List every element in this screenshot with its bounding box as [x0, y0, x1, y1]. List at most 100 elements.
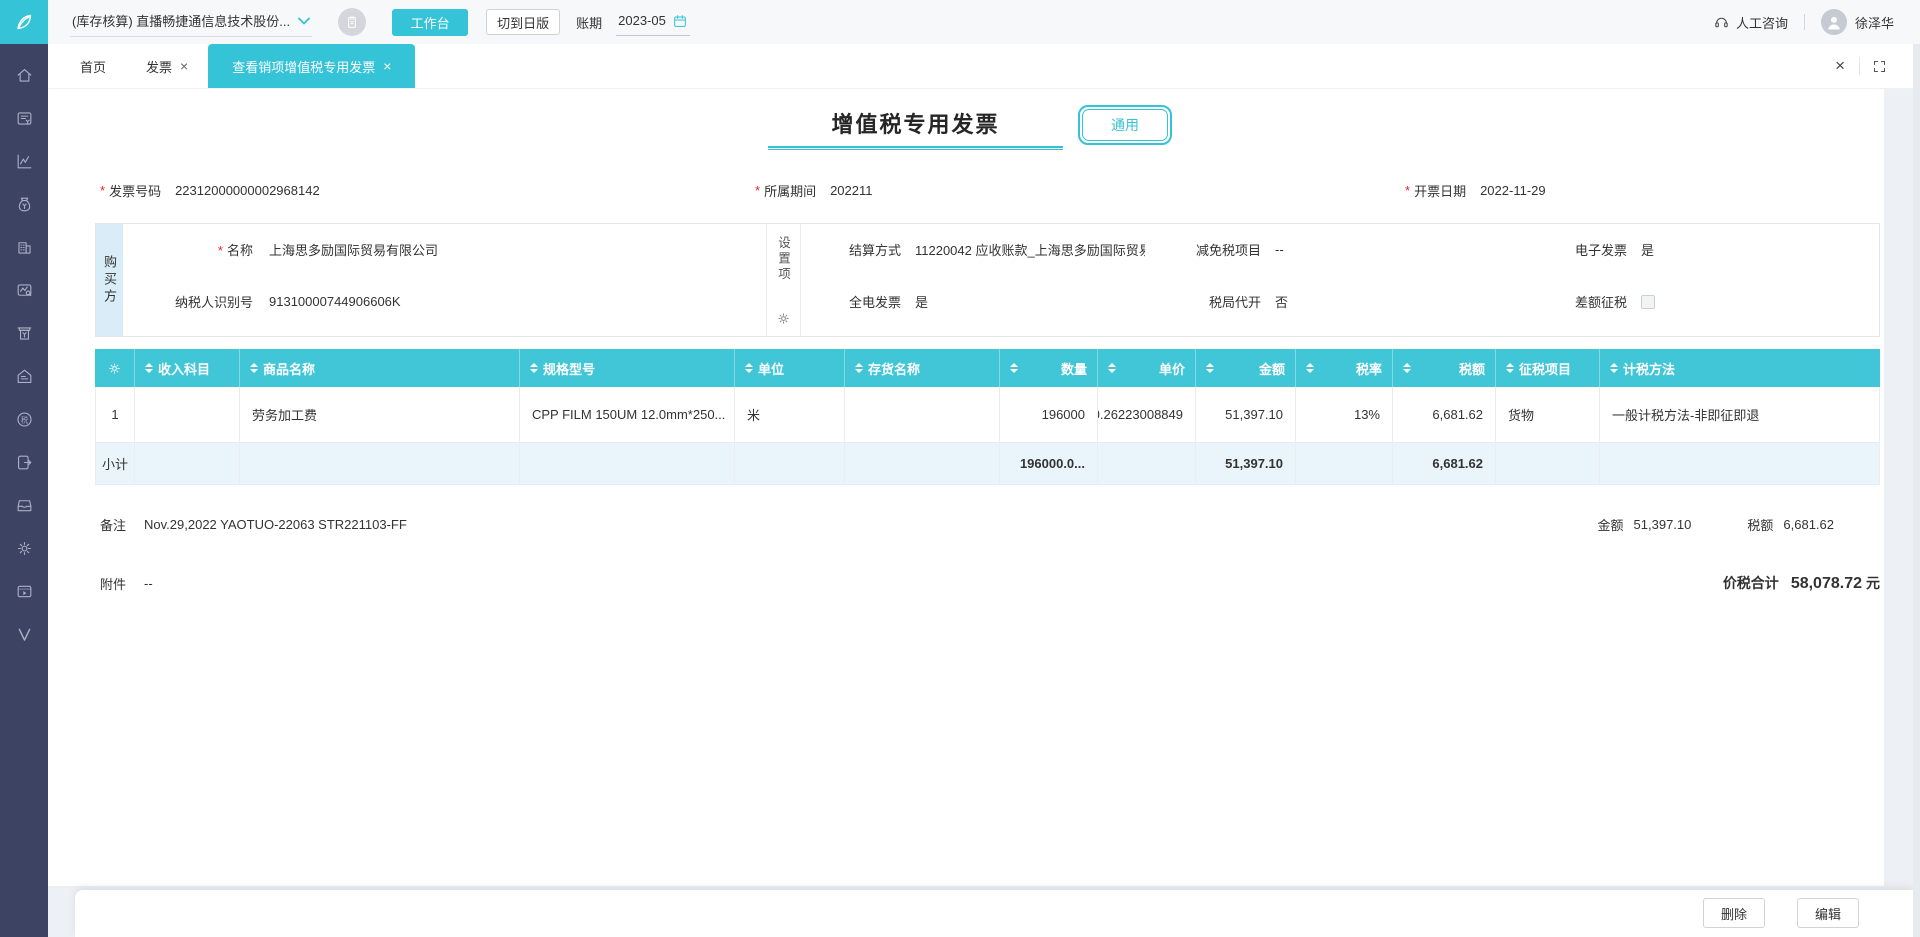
sidebar-item-invoice[interactable] [0, 97, 48, 140]
sidebar-item-v-logo[interactable] [0, 613, 48, 656]
header-tax-method[interactable]: 计税方法 [1600, 349, 1880, 387]
header-amount[interactable]: 金额 [1196, 349, 1296, 387]
sidebar-item-report[interactable] [0, 140, 48, 183]
cell-tax-method: 一般计税方法-非即征即退 [1600, 387, 1880, 442]
workbench-button[interactable]: 工作台 [392, 8, 469, 36]
tab-active-label: 查看销项增值税专用发票 [232, 59, 376, 75]
tab-home-label: 首页 [80, 59, 107, 75]
period-picker[interactable]: 2023-05 [616, 9, 690, 36]
sidebar-item-transfer[interactable] [0, 441, 48, 484]
app-root: 税 (库存核算) 直播畅捷通信息技术股份... 工作台 切到日版 账期 2023… [0, 0, 1920, 937]
sort-icon[interactable] [745, 363, 753, 373]
gear-icon [17, 542, 31, 555]
sidebar-item-tax[interactable]: 税 [0, 398, 48, 441]
period-field-label: 所属期间 [764, 184, 817, 199]
table-header-row: 收入科目 商品名称 规格型号 单位 存货名称 数量 单价 金额 税率 税额 征税… [95, 349, 1880, 387]
svg-text:税: 税 [20, 415, 27, 424]
sort-icon[interactable] [1506, 363, 1514, 373]
sidebar-item-archive[interactable] [0, 484, 48, 527]
tax-relief-group: 减免税项目 -- [1181, 240, 1284, 259]
header-tax-rate[interactable]: 税率 [1296, 349, 1393, 387]
sort-icon[interactable] [1108, 363, 1116, 373]
delete-button[interactable]: 删除 [1703, 898, 1765, 928]
user-icon [1828, 16, 1840, 30]
switch-version-button[interactable]: 切到日版 [486, 9, 561, 35]
subtotal-row: 小计 196000.0... 51,397.10 6,681.62 [95, 443, 1880, 485]
header-tax-item[interactable]: 征税项目 [1496, 349, 1600, 387]
tab-home[interactable]: 首页 [60, 44, 126, 88]
settings-strip[interactable]: 设置项 [766, 224, 801, 336]
doc-export-icon [17, 455, 31, 470]
sidebar-item-assets[interactable] [0, 355, 48, 398]
tab-close-icon[interactable]: × [180, 59, 188, 73]
date-value: 2022-11-29 [1480, 183, 1546, 198]
avatar[interactable] [1820, 9, 1847, 35]
tab-close-icon[interactable]: × [383, 59, 391, 73]
subtotal-tax: 6,681.62 [1393, 443, 1496, 484]
company-selector[interactable]: (库存核算) 直播畅捷通信息技术股份... [70, 7, 313, 37]
header-unit-price[interactable]: 单价 [1098, 349, 1196, 387]
required-mark: * [217, 243, 223, 258]
sort-icon[interactable] [1306, 363, 1314, 373]
diff-taxation-checkbox[interactable] [1641, 294, 1655, 309]
sort-icon[interactable] [530, 363, 538, 373]
sort-icon[interactable] [855, 363, 863, 373]
sort-icon[interactable] [1010, 363, 1018, 373]
cell-row-no: 1 [95, 387, 135, 442]
header-qty[interactable]: 数量 [1000, 349, 1098, 387]
subtotal-empty [1098, 443, 1196, 484]
header-income-account[interactable]: 收入科目 [135, 349, 240, 387]
period-value: 2023-05 [618, 13, 666, 28]
cell-product-name: 劳务加工费 [240, 387, 520, 442]
sort-icon[interactable] [1403, 363, 1411, 373]
cell-inventory-name [845, 387, 1000, 442]
header-product-name[interactable]: 商品名称 [240, 349, 520, 387]
buyer-taxno-value: 91310000744906606K [269, 294, 401, 309]
settlement-value: 11220042 应收账款_上海思多励国际贸易有... [915, 243, 1145, 258]
sort-icon[interactable] [250, 363, 258, 373]
analysis-icon [17, 284, 31, 297]
sidebar-item-home[interactable] [0, 54, 48, 97]
fullscreen-icon[interactable] [1860, 59, 1899, 74]
table-row[interactable]: 1 劳务加工费 CPP FILM 150UM 12.0mm*250... 米 1… [95, 387, 1880, 443]
sidebar-item-cashier[interactable] [0, 312, 48, 355]
sidebar-item-company[interactable] [0, 226, 48, 269]
sidebar-item-settings[interactable] [0, 527, 48, 570]
header-spec[interactable]: 规格型号 [520, 349, 735, 387]
sort-icon[interactable] [1206, 363, 1214, 373]
house-list-icon [17, 369, 31, 383]
info-row-1: 结算方式 11220042 应收账款_上海思多励国际贸易有... 减免税项目 -… [801, 240, 1879, 260]
sort-icon[interactable] [145, 363, 153, 373]
page-title: 增值税专用发票 [831, 112, 1000, 137]
home-icon [17, 69, 31, 82]
header-inventory-name[interactable]: 存货名称 [845, 349, 1000, 387]
cell-qty: 196000 [1000, 387, 1098, 442]
cell-income-account [135, 387, 240, 442]
accounting-period: 账期 2023-05 [576, 9, 690, 36]
subtotal-empty [845, 443, 1000, 484]
sort-icon[interactable] [1610, 363, 1618, 373]
cell-unit: 米 [735, 387, 845, 442]
all-electric-label: 全电发票 [848, 295, 901, 310]
edit-button[interactable]: 编辑 [1797, 898, 1859, 928]
tab-invoice[interactable]: 发票 × [126, 44, 208, 88]
app-logo[interactable] [0, 0, 48, 44]
close-page-icon[interactable]: × [1821, 56, 1859, 76]
header-gear[interactable] [95, 349, 135, 387]
money-bag-icon [18, 197, 30, 212]
sidebar-item-tutorial[interactable] [0, 570, 48, 613]
sidebar-item-analysis[interactable] [0, 269, 48, 312]
support-link[interactable]: 人工咨询 [1713, 13, 1788, 32]
e-invoice-group: 电子发票 是 [1571, 240, 1654, 259]
notice-badge[interactable] [338, 8, 367, 36]
v-logo-icon [18, 628, 30, 641]
sidebar-item-funds[interactable] [0, 183, 48, 226]
header-tax-amount[interactable]: 税额 [1393, 349, 1496, 387]
scrollbar[interactable] [1913, 44, 1920, 937]
buyer-box: 购买方 * 名称 上海思多励国际贸易有限公司 纳税人识别号 91310000744… [95, 223, 1880, 337]
username[interactable]: 徐泽华 [1855, 13, 1894, 32]
tab-view-vat-invoice[interactable]: 查看销项增值税专用发票 × [208, 44, 416, 88]
bureau-issued-value: 否 [1275, 295, 1289, 310]
invoice-type-badge[interactable]: 通用 [1078, 105, 1172, 145]
header-unit[interactable]: 单位 [735, 349, 845, 387]
